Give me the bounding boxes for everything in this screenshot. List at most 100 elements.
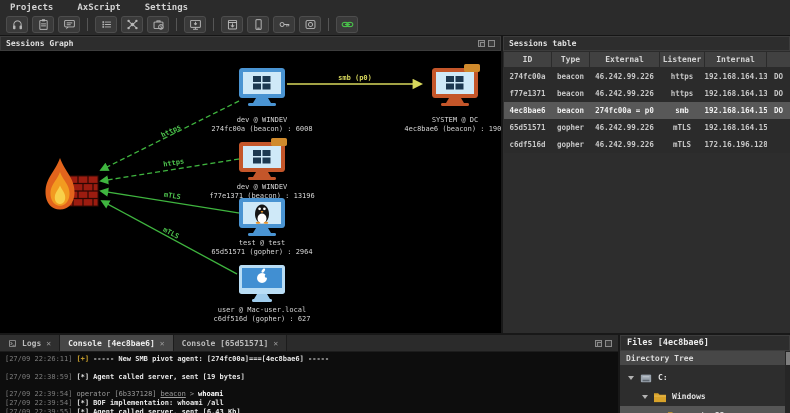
monitor-icon	[189, 18, 202, 31]
jobs-button[interactable]	[147, 16, 169, 33]
graph-node-65d51571[interactable]: test @ test 65d51571 (gopher) : 2964	[211, 198, 312, 256]
firewall-icon	[46, 158, 99, 210]
sessions-table-panel: Sessions table ID Type External Listener…	[503, 36, 790, 333]
svg-text:c6df516d (gopher) : 627: c6df516d (gopher) : 627	[214, 315, 311, 323]
collapse-icon[interactable]	[605, 340, 612, 347]
link-connected-icon	[340, 18, 355, 31]
screenshots-button[interactable]	[299, 16, 321, 33]
list-icon	[100, 18, 113, 31]
caret-down-icon[interactable]	[642, 395, 648, 399]
graph-node-4ec8bae6[interactable]: SYSTEM @ DC 4ec8bae6 (beacon) : 1904	[404, 64, 501, 133]
console-line-blank	[5, 381, 613, 390]
listeners-button[interactable]	[6, 16, 28, 33]
files-panel-header: Files [4ec8bae6]	[620, 335, 790, 351]
chat-button[interactable]	[58, 16, 80, 33]
console-line: [27/09 22:39:54][*]BOF implementation: w…	[5, 399, 613, 408]
session-row-c6df516d[interactable]: c6df516dgopher46.242.99.226mTLS172.16.19…	[504, 136, 790, 153]
tab-logs[interactable]: Logs ✕	[0, 335, 60, 351]
toolbar-separator	[176, 18, 177, 31]
remote-screen-button[interactable]	[184, 16, 206, 33]
console-line-blank	[5, 364, 613, 373]
sessions-graph-panel: Sessions Graph smb (p0)	[0, 36, 503, 333]
box-download-icon	[226, 18, 239, 31]
toolbar-separator	[87, 18, 88, 31]
tree-item-windows[interactable]: Windows	[620, 387, 790, 406]
edge-https-2: https	[101, 157, 239, 181]
logs-icon	[8, 339, 17, 348]
mobile-icon	[252, 18, 265, 31]
tree-item-system32[interactable]: system32	[620, 406, 790, 413]
sessions-graph-canvas[interactable]: smb (p0) https https mTLS	[0, 51, 501, 333]
close-icon[interactable]: ✕	[273, 339, 278, 348]
connection-status-button[interactable]	[336, 16, 358, 33]
close-icon[interactable]: ✕	[46, 339, 51, 348]
session-row-65d51571[interactable]: 65d51571gopher46.242.99.226mTLS192.168.1…	[504, 119, 790, 136]
caret-down-icon[interactable]	[628, 376, 634, 380]
session-row-274fc00a[interactable]: 274fc00abeacon46.242.99.226https192.168.…	[504, 68, 790, 86]
tab-console-65d51571[interactable]: Console [65d51571] ✕	[174, 335, 288, 351]
devices-button[interactable]	[247, 16, 269, 33]
sessions-table: ID Type External Listener Internal 274fc…	[503, 51, 790, 153]
console-output[interactable]: [27/09 22:26:11][+]----- New SMB pivot a…	[0, 352, 618, 413]
console-line: [27/09 22:39:55][*]Agent called server, …	[5, 408, 613, 413]
tasks-button[interactable]	[32, 16, 54, 33]
credentials-button[interactable]	[273, 16, 295, 33]
edge-mtls-2: mTLS	[102, 201, 237, 274]
svg-text:https: https	[160, 123, 182, 139]
sessions-graph-header: Sessions Graph	[0, 36, 501, 51]
graph-node-c6df516d[interactable]: user @ Mac-user.local c6df516d (gopher) …	[214, 265, 311, 323]
popout-icon[interactable]	[478, 40, 485, 47]
console-line: [27/09 22:38:59][*]Agent called server, …	[5, 373, 613, 382]
sessions-list-button[interactable]	[95, 16, 117, 33]
downloads-button[interactable]	[221, 16, 243, 33]
bottom-area: Logs ✕ Console [4ec8bae6] ✕ Console [65d…	[0, 333, 790, 413]
col-internal[interactable]: Internal	[705, 52, 767, 68]
files-scrollbar[interactable]	[785, 351, 790, 413]
sessions-graph-title: Sessions Graph	[6, 39, 73, 48]
session-row-f77e1371[interactable]: f77e1371beacon46.242.99.226https192.168.…	[504, 85, 790, 102]
sessions-table-header-row: ID Type External Listener Internal	[504, 52, 790, 68]
toolbar	[0, 14, 790, 36]
collapse-icon[interactable]	[488, 40, 495, 47]
tree-item-c-drive[interactable]: C:	[620, 368, 790, 387]
menu-settings[interactable]: Settings	[145, 3, 188, 13]
clipboard-icon	[37, 18, 50, 31]
directory-tree-header[interactable]: Directory Tree	[620, 351, 790, 365]
col-domain[interactable]	[767, 52, 790, 68]
console-line: [27/09 22:39:54]operator [6b337128]beaco…	[5, 390, 613, 399]
graph-node-274fc00a[interactable]: dev @ WINDEV 274fc00a (beacon) : 6008	[211, 68, 312, 133]
files-panel: Files [4ec8bae6] Directory Tree C: Windo…	[620, 335, 790, 413]
svg-text:65d51571 (gopher) : 2964: 65d51571 (gopher) : 2964	[211, 248, 312, 256]
chat-icon	[63, 18, 76, 31]
menubar: Projects AxScript Settings	[0, 0, 790, 14]
folder-icon	[653, 391, 667, 403]
svg-text:test @ test: test @ test	[239, 239, 285, 247]
toolbar-separator	[213, 18, 214, 31]
col-external[interactable]: External	[590, 52, 660, 68]
col-id[interactable]: ID	[504, 52, 552, 68]
svg-text:SYSTEM @ DC: SYSTEM @ DC	[432, 116, 478, 124]
edge-smb-pivot: smb (p0)	[287, 74, 421, 84]
sessions-graph-button[interactable]	[121, 16, 143, 33]
menu-projects[interactable]: Projects	[10, 3, 53, 13]
menu-axscript[interactable]: AxScript	[77, 3, 120, 13]
graph-nodes-icon	[126, 18, 139, 31]
key-icon	[278, 18, 291, 31]
svg-text:user @ Mac-user.local: user @ Mac-user.local	[218, 306, 307, 314]
close-icon[interactable]: ✕	[160, 339, 165, 348]
col-listener[interactable]: Listener	[660, 52, 705, 68]
scrollbar-thumb[interactable]	[786, 352, 790, 365]
tab-console-4ec8bae6[interactable]: Console [4ec8bae6] ✕	[60, 335, 174, 351]
col-type[interactable]: Type	[552, 52, 590, 68]
popout-icon[interactable]	[595, 340, 602, 347]
svg-text:4ec8bae6 (beacon) : 1904: 4ec8bae6 (beacon) : 1904	[404, 125, 501, 133]
svg-text:smb (p0): smb (p0)	[338, 74, 372, 82]
svg-text:dev @ WINDEV: dev @ WINDEV	[237, 183, 288, 191]
sessions-table-empty-area	[503, 153, 790, 333]
svg-text:274fc00a (beacon) : 6008: 274fc00a (beacon) : 6008	[211, 125, 312, 133]
console-tabbar: Logs ✕ Console [4ec8bae6] ✕ Console [65d…	[0, 335, 618, 352]
screenshot-icon	[304, 18, 317, 31]
session-row-4ec8bae6[interactable]: 4ec8bae6beacon274fc00a = p0smb192.168.16…	[504, 102, 790, 119]
folder-icon	[667, 410, 681, 413]
graph-node-f77e1371[interactable]: dev @ WINDEV f77e1371 (beacon) : 13196	[209, 138, 314, 200]
